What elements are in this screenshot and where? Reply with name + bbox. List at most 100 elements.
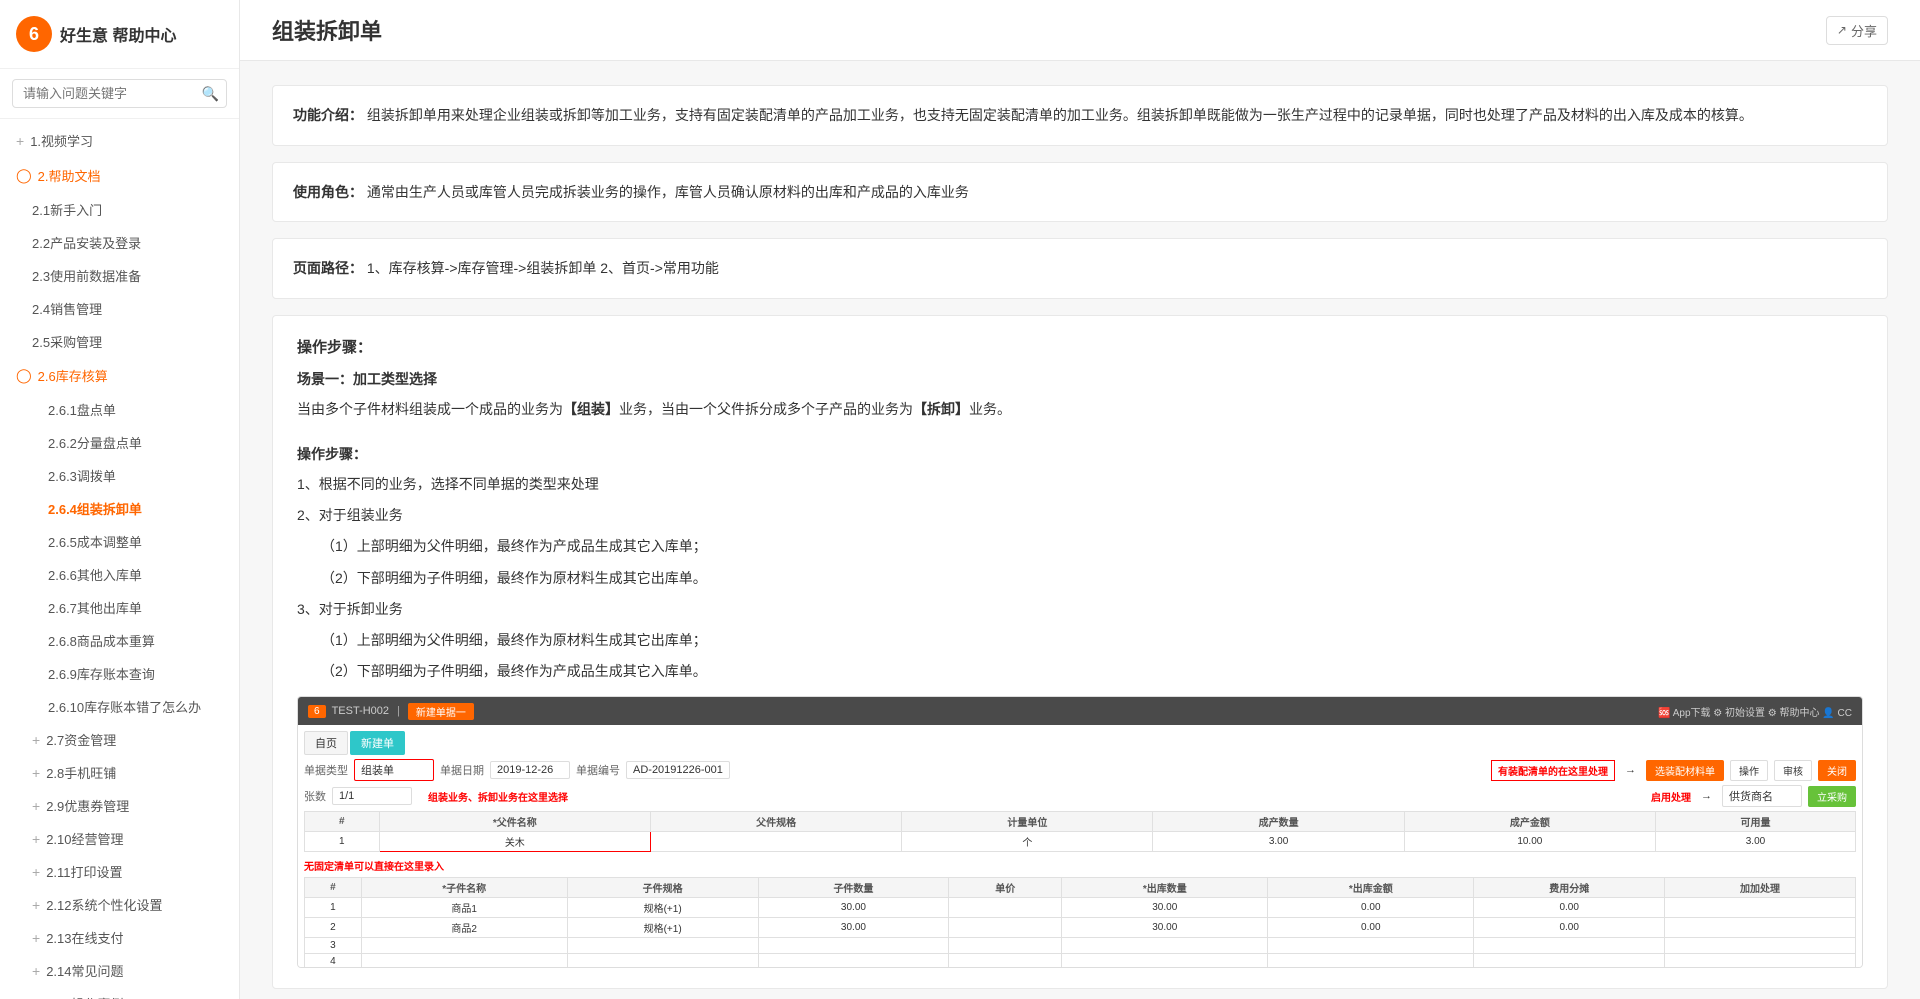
- search-icon[interactable]: 🔍: [202, 85, 219, 102]
- ops-title: 操作步骤：: [297, 336, 1863, 357]
- sidebar-item-stockcheck-label: 2.6.1盘点单: [48, 400, 116, 419]
- ss-type-value[interactable]: 组装单: [354, 759, 434, 781]
- ss-action1[interactable]: 操作: [1730, 760, 1768, 781]
- intro-label: 功能介绍：: [293, 107, 363, 123]
- ss-action3[interactable]: 关闭: [1818, 760, 1856, 781]
- step-3-1: （1）上部明细为父件明细，最终作为原材料生成其它出库单；: [321, 628, 1863, 653]
- logo-text: 好生意 帮助中心: [60, 22, 176, 46]
- sidebar-item-otherout[interactable]: 2.6.7其他出库单: [0, 591, 239, 624]
- ss-sub-section: 无固定清单可以直接在这里录入 # *子件名称 子件规格 子件数量 单价: [304, 858, 1856, 967]
- share-button[interactable]: ↗ 分享: [1826, 16, 1888, 45]
- ss-header-text: TEST-H002: [332, 705, 389, 717]
- ss-confirm-btn[interactable]: 立采购: [1808, 786, 1856, 807]
- ss-header: 6 TEST-H002 | 新建单据一 🆘 App下载 ⚙ 初始设置 ⚙ 帮助中…: [298, 697, 1862, 725]
- role-label: 使用角色：: [293, 184, 363, 200]
- sidebar-item-partial[interactable]: 2.6.2分量盘点单: [0, 426, 239, 459]
- search-box: 🔍: [0, 69, 239, 119]
- ss-org-field[interactable]: 供货商名: [1722, 785, 1802, 807]
- role-text: 通常由生产人员或库管人员完成拆装业务的操作，库管人员确认原材料的出库和产成品的入…: [367, 184, 969, 200]
- ss-td-amt: 10.00: [1404, 832, 1655, 852]
- ss-right-icons: 🆘 App下载 ⚙ 初始设置 ⚙ 帮助中心 👤 CC: [1658, 704, 1852, 719]
- ss-code-value[interactable]: AD-20191226-001: [626, 761, 730, 779]
- screenshot: 6 TEST-H002 | 新建单据一 🆘 App下载 ⚙ 初始设置 ⚙ 帮助中…: [298, 697, 1862, 967]
- ss-th-amt: 成产金额: [1404, 812, 1655, 832]
- sidebar-item-coupon[interactable]: + 2.9优惠券管理: [0, 789, 239, 822]
- ss-select-btn[interactable]: 选装配材料单: [1646, 760, 1724, 781]
- ss-th2-qty: 子件数量: [758, 878, 949, 898]
- sidebar-item-mobile-label: 2.8手机旺铺: [46, 763, 116, 782]
- ss-tabs: 自页 新建单: [304, 731, 1856, 755]
- ss-th2-name: *子件名称: [361, 878, 567, 898]
- sidebar-item-faq[interactable]: + 2.14常见问题: [0, 954, 239, 987]
- ss-th2-outqty: *出库数量: [1062, 878, 1268, 898]
- sidebar-item-goodscost[interactable]: 2.6.8商品成本重算: [0, 624, 239, 657]
- ss-annotation-mid2: 启用处理: [1651, 789, 1691, 804]
- ss-date-value[interactable]: 2019-12-26: [490, 761, 570, 779]
- sidebar-item-cases[interactable]: + 2.15操作案例: [0, 987, 239, 999]
- share-label: 分享: [1851, 21, 1877, 40]
- ss-code-label: 单据编号: [576, 762, 620, 778]
- main-header: 组装拆卸单 ↗ 分享: [240, 0, 1920, 61]
- step-3: 3、对于拆卸业务: [297, 597, 1863, 622]
- ss-num-value[interactable]: 1/1: [332, 787, 412, 805]
- sidebar-item-stockbook-label: 2.6.9库存账本查询: [48, 664, 155, 683]
- plus-icon-payment: +: [32, 930, 40, 946]
- sidebar-item-otherout-label: 2.6.7其他出库单: [48, 598, 142, 617]
- sidebar-item-costadj[interactable]: 2.6.5成本调整单: [0, 525, 239, 558]
- sidebar-item-otherin-label: 2.6.6其他入库单: [48, 565, 142, 584]
- sidebar-item-assembly[interactable]: 2.6.4组装拆卸单: [0, 492, 239, 525]
- sidebar-item-goodscost-label: 2.6.8商品成本重算: [48, 631, 155, 650]
- ss-action2[interactable]: 审核: [1774, 760, 1812, 781]
- step-2-2: （2）下部明细为子件明细，最终作为原材料生成其它出库单。: [321, 566, 1863, 591]
- sidebar-item-stockcheck[interactable]: 2.6.1盘点单: [0, 393, 239, 426]
- ss-th2-outamt: *出库金额: [1268, 878, 1474, 898]
- sidebar-item-stockbook[interactable]: 2.6.9库存账本查询: [0, 657, 239, 690]
- plus-icon-cases: +: [32, 996, 40, 999]
- ss-row2: 张数 1/1 组装业务、拆卸业务在这里选择 启用处理 → 供货商名 立采购: [304, 785, 1856, 807]
- sidebar-item-inventory[interactable]: ◯ 2.6库存核算: [0, 358, 239, 393]
- ss-sub-table: # *子件名称 子件规格 子件数量 单价 *出库数量 *出库金额 费用分摊 加加: [304, 877, 1856, 967]
- ss-tab-new[interactable]: 新建单: [350, 731, 405, 755]
- table-row: 2 商品2 规格(+1) 30.00 30.00 0.00 0.00: [305, 918, 1856, 938]
- plus-icon-custom: +: [32, 897, 40, 913]
- sidebar-item-purchase[interactable]: 2.5采购管理: [0, 325, 239, 358]
- ss-th-qty: 成产数量: [1153, 812, 1404, 832]
- sidebar-item-fund[interactable]: + 2.7资金管理: [0, 723, 239, 756]
- step-1: 1、根据不同的业务，选择不同单据的类型来处理: [297, 472, 1863, 497]
- ss-td-qty: 3.00: [1153, 832, 1404, 852]
- table-row: 3: [305, 938, 1856, 954]
- sidebar-item-payment[interactable]: + 2.13在线支付: [0, 921, 239, 954]
- sidebar-item-coupon-label: 2.9优惠券管理: [46, 796, 129, 815]
- sidebar-item-otherin[interactable]: 2.6.6其他入库单: [0, 558, 239, 591]
- main-area: 组装拆卸单 ↗ 分享 功能介绍： 组装拆卸单用来处理企业组装或拆卸等加工业务，支…: [240, 0, 1920, 999]
- sidebar-item-video[interactable]: + 1.视频学习: [0, 123, 239, 158]
- sidebar-item-docs[interactable]: ◯ 2.帮助文档: [0, 158, 239, 193]
- ss-th2-spec: 子件规格: [567, 878, 758, 898]
- ss-logo: 6: [308, 705, 326, 718]
- steps-block: 操作步骤： 场景一：加工类型选择 当由多个子件材料组装成一个成品的业务为【组装】…: [272, 315, 1888, 990]
- sidebar-item-ops[interactable]: + 2.10经营管理: [0, 822, 239, 855]
- sidebar-item-adjust[interactable]: 2.6.3调拨单: [0, 459, 239, 492]
- plus-icon-faq: +: [32, 963, 40, 979]
- sidebar-item-print[interactable]: + 2.11打印设置: [0, 855, 239, 888]
- table-row: 4: [305, 954, 1856, 968]
- page-title: 组装拆卸单: [272, 14, 382, 46]
- sidebar-item-custom[interactable]: + 2.12系统个性化设置: [0, 888, 239, 921]
- sidebar-item-mobile[interactable]: + 2.8手机旺铺: [0, 756, 239, 789]
- search-input[interactable]: [12, 79, 227, 108]
- logo: 6 好生意 帮助中心: [0, 0, 239, 69]
- sidebar-item-sales[interactable]: 2.4销售管理: [0, 292, 239, 325]
- sidebar-item-sales-label: 2.4销售管理: [32, 299, 102, 318]
- sidebar-item-bookerr-label: 2.6.10库存账本错了怎么办: [48, 697, 201, 716]
- plus-icon-mobile: +: [32, 765, 40, 781]
- ss-fields-row: 单据类型 组装单 单据日期 2019-12-26 单据编号 AD-2019122…: [304, 759, 1856, 781]
- ss-th-num: #: [305, 812, 380, 832]
- sidebar-item-install[interactable]: 2.2产品安装及登录: [0, 226, 239, 259]
- sidebar-item-payment-label: 2.13在线支付: [46, 928, 123, 947]
- ss-tab-list[interactable]: 自页: [304, 731, 348, 755]
- ss-new-btn[interactable]: 新建单据一: [408, 703, 474, 720]
- ss-annotation-bottom: 无固定清单可以直接在这里录入: [304, 858, 1856, 873]
- sidebar-item-bookerr[interactable]: 2.6.10库存账本错了怎么办: [0, 690, 239, 723]
- sidebar-item-data[interactable]: 2.3使用前数据准备: [0, 259, 239, 292]
- sidebar-item-new[interactable]: 2.1新手入门: [0, 193, 239, 226]
